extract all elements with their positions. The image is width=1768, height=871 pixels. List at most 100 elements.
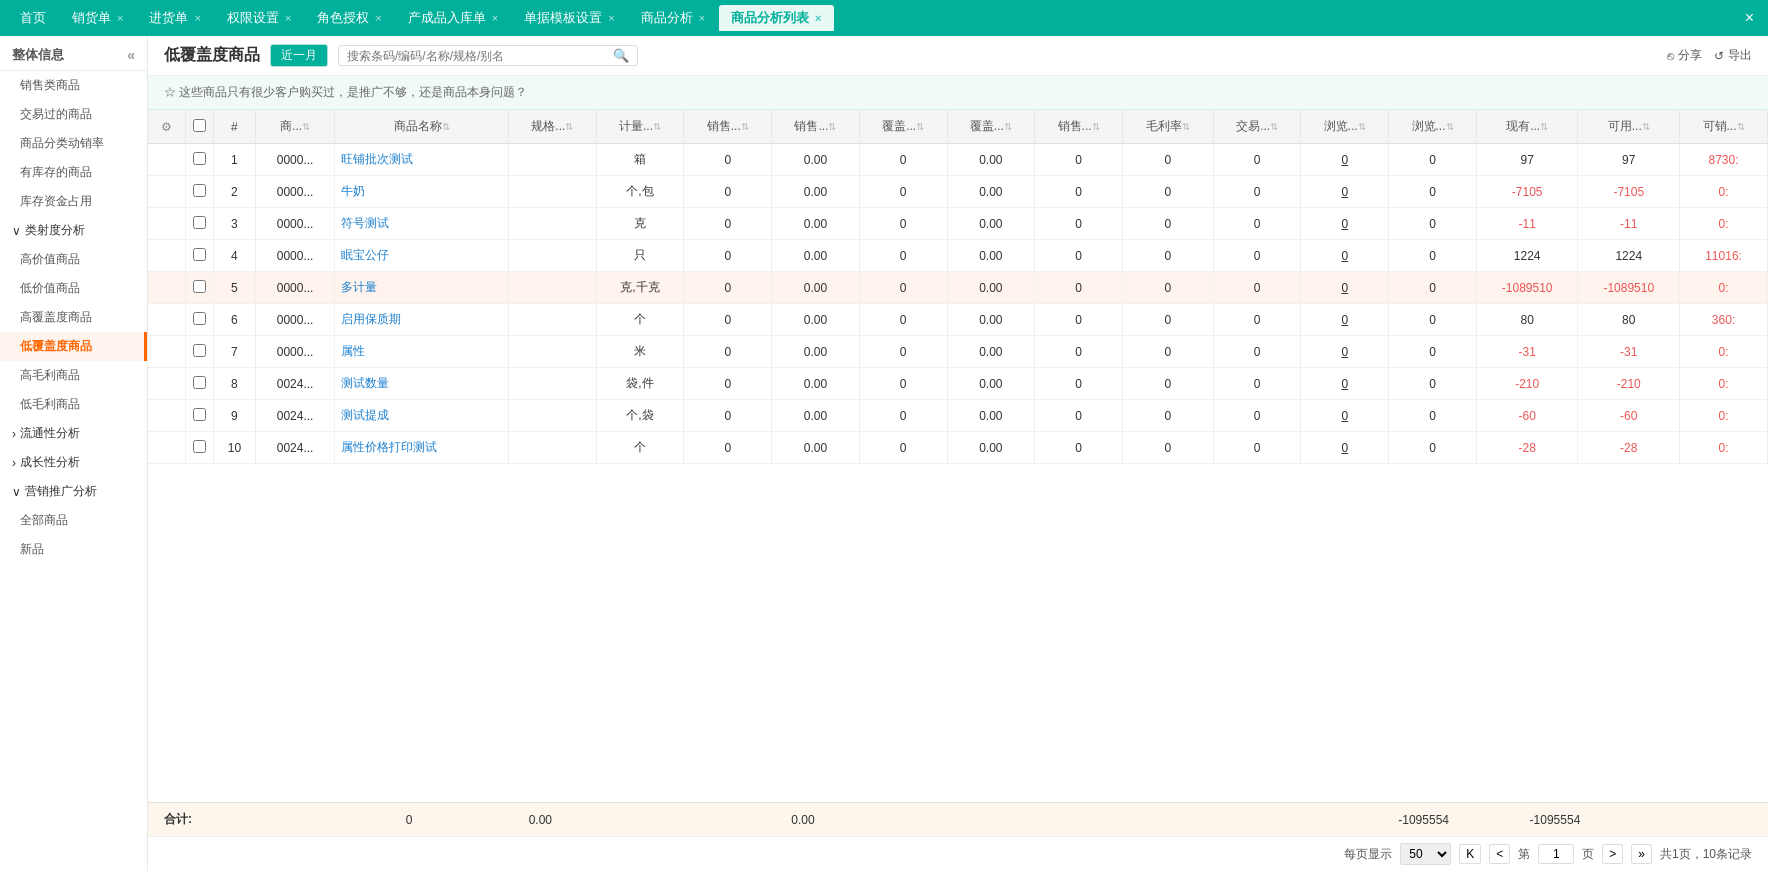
row-checkbox-cell[interactable]: [185, 240, 213, 272]
row-browse1-cell[interactable]: 0: [1301, 272, 1389, 304]
sales-amt-column-header[interactable]: 销售...⇅: [772, 110, 860, 144]
settings-column-header[interactable]: ⚙: [148, 110, 185, 144]
close-all-button[interactable]: ×: [1739, 9, 1760, 27]
row-browse1-cell[interactable]: 0: [1301, 400, 1389, 432]
gross-column-header[interactable]: 毛利率⇅: [1122, 110, 1213, 144]
nav-product-analysis[interactable]: 商品分析 ×: [629, 5, 717, 31]
checkbox-column-header[interactable]: [185, 110, 213, 144]
page-number-input[interactable]: [1538, 844, 1574, 864]
sales-x-column-header[interactable]: 销售...⇅: [1035, 110, 1123, 144]
next-page-button[interactable]: >: [1602, 844, 1623, 864]
row-name-cell[interactable]: 符号测试: [335, 208, 509, 240]
sidebar-collapse-icon[interactable]: «: [127, 47, 135, 63]
row-checkbox[interactable]: [193, 248, 206, 261]
browse1-column-header[interactable]: 浏览...⇅: [1301, 110, 1389, 144]
prev-page-button[interactable]: <: [1489, 844, 1510, 864]
row-checkbox[interactable]: [193, 280, 206, 293]
row-checkbox[interactable]: [193, 216, 206, 229]
sidebar-item-sales-products[interactable]: 销售类商品: [0, 71, 147, 100]
sidebar-item-traded-products[interactable]: 交易过的商品: [0, 100, 147, 129]
row-name-cell[interactable]: 属性价格打印测试: [335, 432, 509, 464]
sidebar-item-high-margin[interactable]: 高毛利商品: [0, 361, 147, 390]
row-browse1-cell[interactable]: 0: [1301, 144, 1389, 176]
search-input[interactable]: [347, 49, 609, 63]
row-checkbox-cell[interactable]: [185, 304, 213, 336]
sidebar-item-all-products[interactable]: 全部商品: [0, 506, 147, 535]
settings-icon[interactable]: ⚙: [161, 120, 172, 134]
export-button[interactable]: ↺ 导出: [1714, 47, 1752, 64]
row-checkbox-cell[interactable]: [185, 336, 213, 368]
sidebar-item-high-value[interactable]: 高价值商品: [0, 245, 147, 274]
row-browse1-cell[interactable]: 0: [1301, 304, 1389, 336]
row-checkbox[interactable]: [193, 408, 206, 421]
row-checkbox-cell[interactable]: [185, 272, 213, 304]
available-column-header[interactable]: 可用...⇅: [1578, 110, 1680, 144]
close-icon[interactable]: ×: [285, 12, 291, 24]
row-checkbox-cell[interactable]: [185, 368, 213, 400]
row-name-cell[interactable]: 旺铺批次测试: [335, 144, 509, 176]
row-checkbox[interactable]: [193, 312, 206, 325]
row-name-cell[interactable]: 眠宝公仔: [335, 240, 509, 272]
row-browse1-cell[interactable]: 0: [1301, 208, 1389, 240]
table-wrapper[interactable]: ⚙ # 商...⇅ 商品名称⇅ 规格...⇅ 计量...⇅ 销售...⇅ 销售.…: [148, 110, 1768, 802]
row-name-cell[interactable]: 启用保质期: [335, 304, 509, 336]
sidebar-item-in-stock[interactable]: 有库存的商品: [0, 158, 147, 187]
row-checkbox[interactable]: [193, 344, 206, 357]
nav-finished-goods[interactable]: 产成品入库单 ×: [396, 5, 510, 31]
row-browse1-cell[interactable]: 0: [1301, 176, 1389, 208]
close-icon[interactable]: ×: [699, 12, 705, 24]
current-column-header[interactable]: 现有...⇅: [1476, 110, 1578, 144]
filter-recent-month-button[interactable]: 近一月: [270, 44, 328, 67]
per-page-select[interactable]: 50 100 200: [1400, 843, 1451, 865]
sidebar-group-category-analysis[interactable]: ∨ 类射度分析: [0, 216, 147, 245]
row-checkbox[interactable]: [193, 440, 206, 453]
nav-sales-order[interactable]: 销货单 ×: [60, 5, 135, 31]
row-name-cell[interactable]: 属性: [335, 336, 509, 368]
row-checkbox-cell[interactable]: [185, 432, 213, 464]
spec-column-header[interactable]: 规格...⇅: [508, 110, 596, 144]
row-checkbox-cell[interactable]: [185, 176, 213, 208]
nav-product-analysis-list[interactable]: 商品分析列表 ×: [719, 5, 833, 31]
row-checkbox[interactable]: [193, 184, 206, 197]
name-column-header[interactable]: 商品名称⇅: [335, 110, 509, 144]
cover2-column-header[interactable]: 覆盖...⇅: [947, 110, 1035, 144]
row-browse1-cell[interactable]: 0: [1301, 432, 1389, 464]
close-icon[interactable]: ×: [194, 12, 200, 24]
row-browse1-cell[interactable]: 0: [1301, 240, 1389, 272]
sidebar-group-circulation[interactable]: › 流通性分析: [0, 419, 147, 448]
share-button[interactable]: ⎋ 分享: [1667, 47, 1702, 64]
nav-template-settings[interactable]: 单据模板设置 ×: [512, 5, 626, 31]
close-icon[interactable]: ×: [117, 12, 123, 24]
row-checkbox[interactable]: [193, 152, 206, 165]
nav-permission-settings[interactable]: 权限设置 ×: [215, 5, 303, 31]
sidebar-item-low-margin[interactable]: 低毛利商品: [0, 390, 147, 419]
nav-purchase-order[interactable]: 进货单 ×: [137, 5, 212, 31]
first-page-button[interactable]: K: [1459, 844, 1481, 864]
row-checkbox-cell[interactable]: [185, 400, 213, 432]
code-column-header[interactable]: 商...⇅: [255, 110, 334, 144]
sidebar-item-high-coverage[interactable]: 高覆盖度商品: [0, 303, 147, 332]
row-browse1-cell[interactable]: 0: [1301, 336, 1389, 368]
sidebar-item-stock-capital[interactable]: 库存资金占用: [0, 187, 147, 216]
row-name-cell[interactable]: 测试数量: [335, 368, 509, 400]
sidebar-group-growth[interactable]: › 成长性分析: [0, 448, 147, 477]
row-name-cell[interactable]: 牛奶: [335, 176, 509, 208]
sidebar-item-low-value[interactable]: 低价值商品: [0, 274, 147, 303]
unit-column-header[interactable]: 计量...⇅: [596, 110, 684, 144]
close-icon[interactable]: ×: [375, 12, 381, 24]
row-checkbox[interactable]: [193, 376, 206, 389]
sidebar-item-low-coverage[interactable]: 低覆盖度商品: [0, 332, 147, 361]
last-page-button[interactable]: »: [1631, 844, 1652, 864]
close-icon[interactable]: ×: [815, 12, 821, 24]
sidebar-item-category-rate[interactable]: 商品分类动销率: [0, 129, 147, 158]
row-name-cell[interactable]: 测试提成: [335, 400, 509, 432]
nav-role-auth[interactable]: 角色授权 ×: [305, 5, 393, 31]
sales-qty-column-header[interactable]: 销售...⇅: [684, 110, 772, 144]
trade-column-header[interactable]: 交易...⇅: [1213, 110, 1301, 144]
row-checkbox-cell[interactable]: [185, 144, 213, 176]
row-checkbox-cell[interactable]: [185, 208, 213, 240]
sellable-column-header[interactable]: 可销...⇅: [1680, 110, 1768, 144]
browse2-column-header[interactable]: 浏览...⇅: [1389, 110, 1477, 144]
close-icon[interactable]: ×: [608, 12, 614, 24]
nav-home[interactable]: 首页: [8, 5, 58, 31]
